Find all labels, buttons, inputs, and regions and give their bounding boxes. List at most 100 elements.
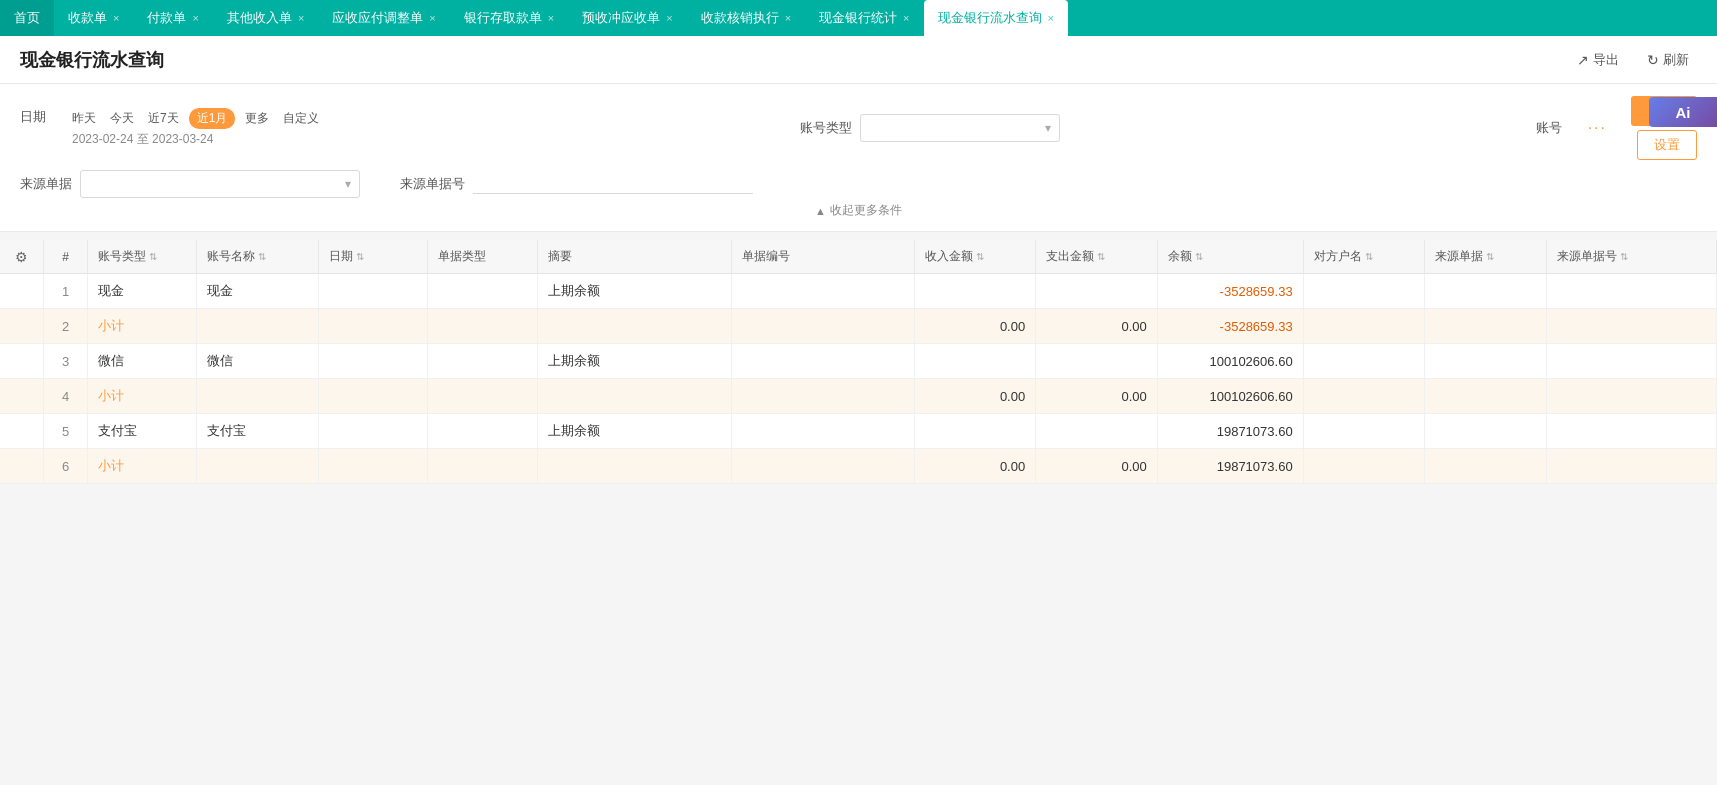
row-balance: 100102606.60 <box>1157 344 1303 379</box>
row-expense: 0.00 <box>1036 309 1158 344</box>
row-date <box>318 414 427 449</box>
nav-receipt-close[interactable]: × <box>113 0 119 36</box>
row-src-doc <box>1425 344 1547 379</box>
col-settings[interactable]: ⚙ <box>0 240 44 274</box>
row-idx: 3 <box>44 344 88 379</box>
nav-adjustment-label: 应收应付调整单 <box>332 0 423 36</box>
sort-balance-icon: ⇅ <box>1195 251 1203 262</box>
table-row: 5 支付宝 支付宝 上期余额 19871073.60 <box>0 414 1717 449</box>
nav-item-bank[interactable]: 银行存取款单 × <box>450 0 568 36</box>
export-button[interactable]: ↗ 导出 <box>1569 47 1627 73</box>
nav-bank-close[interactable]: × <box>548 0 554 36</box>
col-balance[interactable]: 余额⇅ <box>1157 240 1303 274</box>
nav-advance-label: 预收冲应收单 <box>582 0 660 36</box>
collapse-bar[interactable]: ▲ 收起更多条件 <box>20 198 1697 219</box>
row-date <box>318 379 427 414</box>
nav-bar: 首页 收款单 × 付款单 × 其他收入单 × 应收应付调整单 × 银行存取款单 … <box>0 0 1717 36</box>
nav-item-stats[interactable]: 现金银行统计 × <box>805 0 923 36</box>
col-idx: # <box>44 240 88 274</box>
ai-badge[interactable]: Ai <box>1649 97 1717 127</box>
account-label: 账号 <box>1536 119 1576 137</box>
nav-payment-label: 付款单 <box>147 0 186 36</box>
source-doc-no-input[interactable] <box>473 175 753 194</box>
date-btn-today[interactable]: 今天 <box>106 108 138 129</box>
row-acct-name <box>197 379 319 414</box>
settings-button[interactable]: 设置 <box>1637 130 1697 160</box>
row-src-doc <box>1425 414 1547 449</box>
nav-item-other-income[interactable]: 其他收入单 × <box>213 0 318 36</box>
row-acct-type: 小计 <box>88 449 197 484</box>
export-icon: ↗ <box>1577 52 1589 68</box>
nav-payment-close[interactable]: × <box>192 0 198 36</box>
row-summary: 上期余额 <box>537 414 732 449</box>
date-btn-yesterday[interactable]: 昨天 <box>68 108 100 129</box>
row-acct-name: 微信 <box>197 344 319 379</box>
nav-other-income-close[interactable]: × <box>298 0 304 36</box>
date-btn-1month[interactable]: 近1月 <box>189 108 236 129</box>
row-expense: 0.00 <box>1036 379 1158 414</box>
page-title: 现金银行流水查询 <box>20 48 164 72</box>
row-doc-type <box>428 379 537 414</box>
nav-item-payment[interactable]: 付款单 × <box>133 0 212 36</box>
row-acct-name: 现金 <box>197 274 319 309</box>
col-date[interactable]: 日期⇅ <box>318 240 427 274</box>
data-table: ⚙ # 账号类型⇅ 账号名称⇅ 日期⇅ 单据类型 摘要 单据编号 收入金额⇅ <box>0 240 1717 484</box>
row-income <box>914 414 1036 449</box>
row-counterpart <box>1303 414 1425 449</box>
row-balance: 19871073.60 <box>1157 414 1303 449</box>
refresh-icon: ↻ <box>1647 52 1659 68</box>
col-src-doc-no[interactable]: 来源单据号⇅ <box>1546 240 1716 274</box>
date-btn-custom[interactable]: 自定义 <box>279 108 323 129</box>
nav-bank-label: 银行存取款单 <box>464 0 542 36</box>
nav-adjustment-close[interactable]: × <box>429 0 435 36</box>
nav-item-verification[interactable]: 收款核销执行 × <box>687 0 805 36</box>
account-type-select[interactable]: ▾ <box>860 114 1060 142</box>
col-counterpart[interactable]: 对方户名⇅ <box>1303 240 1425 274</box>
account-dots-button[interactable]: ··· <box>1584 119 1611 137</box>
collapse-label: 收起更多条件 <box>830 202 902 219</box>
nav-item-home[interactable]: 首页 <box>0 0 54 36</box>
row-counterpart <box>1303 344 1425 379</box>
col-acct-type[interactable]: 账号类型⇅ <box>88 240 197 274</box>
nav-item-advance[interactable]: 预收冲应收单 × <box>568 0 686 36</box>
nav-item-adjustment[interactable]: 应收应付调整单 × <box>318 0 449 36</box>
source-doc-select[interactable]: ▾ <box>80 170 360 198</box>
nav-item-receipt[interactable]: 收款单 × <box>54 0 133 36</box>
row-settings <box>0 414 44 449</box>
row-acct-type: 现金 <box>88 274 197 309</box>
gear-icon[interactable]: ⚙ <box>15 249 28 265</box>
date-btn-more[interactable]: 更多 <box>241 108 273 129</box>
row-summary: 上期余额 <box>537 344 732 379</box>
nav-stats-close[interactable]: × <box>903 0 909 36</box>
row-src-doc-no <box>1546 309 1716 344</box>
nav-advance-close[interactable]: × <box>666 0 672 36</box>
table-body: 1 现金 现金 上期余额 -3528659.33 2 小计 0.00 0.00 … <box>0 274 1717 484</box>
table-row: 2 小计 0.00 0.00 -3528659.33 <box>0 309 1717 344</box>
nav-verification-close[interactable]: × <box>785 0 791 36</box>
nav-flow-close[interactable]: × <box>1048 0 1054 36</box>
nav-other-income-label: 其他收入单 <box>227 0 292 36</box>
nav-flow-label: 现金银行流水查询 <box>938 0 1042 36</box>
col-expense[interactable]: 支出金额⇅ <box>1036 240 1158 274</box>
row-balance: -3528659.33 <box>1157 274 1303 309</box>
date-options: 昨天 今天 近7天 近1月 更多 自定义 <box>68 108 323 129</box>
row-idx: 5 <box>44 414 88 449</box>
row-src-doc-no <box>1546 449 1716 484</box>
refresh-button[interactable]: ↻ 刷新 <box>1639 47 1697 73</box>
row-income <box>914 274 1036 309</box>
col-acct-name[interactable]: 账号名称⇅ <box>197 240 319 274</box>
col-income[interactable]: 收入金额⇅ <box>914 240 1036 274</box>
row-src-doc-no <box>1546 414 1716 449</box>
nav-item-flow[interactable]: 现金银行流水查询 × <box>924 0 1068 36</box>
row-idx: 4 <box>44 379 88 414</box>
row-date <box>318 344 427 379</box>
col-src-doc[interactable]: 来源单据⇅ <box>1425 240 1547 274</box>
date-btn-7days[interactable]: 近7天 <box>144 108 183 129</box>
nav-receipt-label: 收款单 <box>68 0 107 36</box>
row-doc-no <box>732 449 914 484</box>
row-income: 0.00 <box>914 379 1036 414</box>
sort-acct-name-icon: ⇅ <box>258 251 266 262</box>
row-doc-type <box>428 344 537 379</box>
row-date <box>318 309 427 344</box>
row-settings <box>0 449 44 484</box>
